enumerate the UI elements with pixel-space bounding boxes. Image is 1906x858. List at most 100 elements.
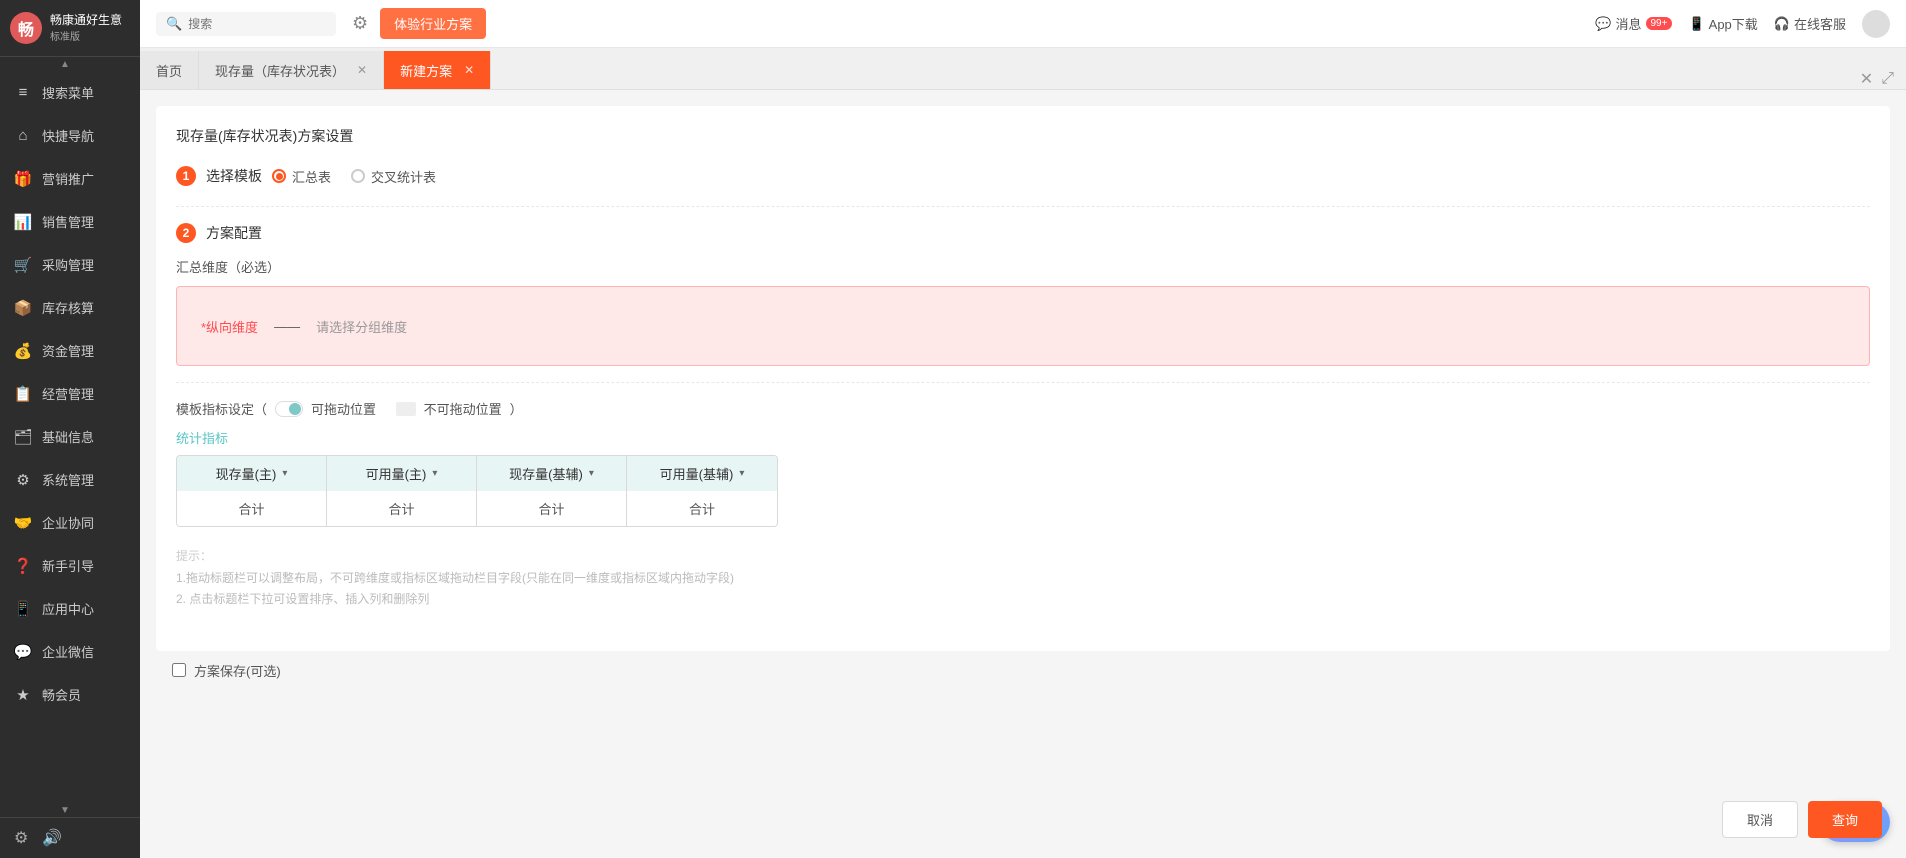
stats-section-label: 统计指标 bbox=[176, 428, 1870, 447]
system-icon: ⚙ bbox=[14, 471, 32, 489]
quick-nav-icon: ⌂ bbox=[14, 127, 32, 145]
sidebar-item-label: 应用中心 bbox=[42, 599, 94, 618]
radio-summary-circle bbox=[272, 169, 286, 183]
stats-header-row: 现存量(主) ▾ 可用量(主) ▾ 现存量(基辅) ▾ bbox=[177, 456, 777, 491]
sidebar-item-inventory[interactable]: 📦 库存核算 bbox=[0, 286, 140, 329]
tips-section: 提示： 1.拖动标题栏可以调整布局，不可跨维度或指标区域拖动栏目字段(只能在同一… bbox=[176, 546, 1870, 611]
wechat-icon: 💬 bbox=[14, 643, 32, 661]
stats-col2-header[interactable]: 可用量(主) ▾ bbox=[327, 456, 477, 491]
draggable-badge bbox=[275, 401, 303, 417]
tab-close-window-icon[interactable]: ✕ bbox=[1860, 69, 1873, 89]
tab-home[interactable]: 首页 bbox=[140, 51, 199, 89]
content-footer: 方案保存(可选) bbox=[156, 651, 1890, 696]
vertical-dimension-placeholder: 请选择分组维度 bbox=[316, 317, 407, 336]
sidebar-item-member[interactable]: ★ 畅会员 bbox=[0, 673, 140, 716]
stats-col3-body: 合计 bbox=[477, 491, 627, 526]
marketing-icon: 🎁 bbox=[14, 170, 32, 188]
tab-inventory-status[interactable]: 现存量（库存状况表） ✕ bbox=[199, 51, 384, 89]
stats-col3-header[interactable]: 现存量(基辅) ▾ bbox=[477, 456, 627, 491]
step2-section: 2 方案配置 汇总维度（必选） *纵向维度 —— 请选择分组维度 bbox=[176, 223, 1870, 611]
sidebar-item-marketing[interactable]: 🎁 营销推广 bbox=[0, 157, 140, 200]
topbar-right: 💬 消息 99+ 📱 App下载 🎧 在线客服 bbox=[1595, 10, 1890, 38]
sidebar-item-label: 新手引导 bbox=[42, 556, 94, 575]
sidebar-item-search-menu[interactable]: ≡ 搜索菜单 bbox=[0, 71, 140, 114]
cancel-button[interactable]: 取消 bbox=[1722, 801, 1798, 838]
tab-home-label: 首页 bbox=[156, 61, 182, 80]
sidebar-item-app-center[interactable]: 📱 应用中心 bbox=[0, 587, 140, 630]
summary-dimension-section: 汇总维度（必选） *纵向维度 —— 请选择分组维度 bbox=[176, 257, 1870, 366]
search-input[interactable] bbox=[188, 17, 308, 31]
user-avatar[interactable] bbox=[1862, 10, 1890, 38]
sidebar-item-system[interactable]: ⚙ 系统管理 bbox=[0, 458, 140, 501]
sidebar-item-label: 库存核算 bbox=[42, 298, 94, 317]
messages-button[interactable]: 💬 消息 99+ bbox=[1595, 14, 1672, 33]
sales-icon: 📊 bbox=[14, 213, 32, 231]
sidebar-item-label: 经营管理 bbox=[42, 384, 94, 403]
purchase-icon: 🛒 bbox=[14, 256, 32, 274]
customer-service-button[interactable]: 🎧 在线客服 bbox=[1774, 14, 1846, 33]
stats-col4-body: 合计 bbox=[627, 491, 777, 526]
customer-service-icon: 🎧 bbox=[1774, 16, 1790, 32]
sidebar-footer: ⚙ 🔊 bbox=[0, 817, 140, 858]
radio-summary[interactable]: 汇总表 bbox=[272, 167, 331, 186]
radio-cross-circle bbox=[351, 169, 365, 183]
sidebar-item-label: 系统管理 bbox=[42, 470, 94, 489]
message-label: 消息 bbox=[1615, 14, 1641, 33]
customer-service-label: 在线客服 bbox=[1794, 14, 1846, 33]
radio-cross[interactable]: 交叉统计表 bbox=[351, 167, 436, 186]
tab-expand-icon[interactable]: ⤢ bbox=[1881, 70, 1894, 88]
non-draggable-badge bbox=[396, 402, 416, 416]
sidebar-item-finance[interactable]: 💰 资金管理 bbox=[0, 329, 140, 372]
save-plan-checkbox[interactable] bbox=[172, 663, 186, 677]
step1-num: 1 bbox=[176, 166, 196, 186]
template-radio-group: 汇总表 交叉统计表 bbox=[272, 167, 436, 186]
member-icon: ★ bbox=[14, 686, 32, 704]
non-draggable-label: 不可拖动位置 bbox=[424, 399, 502, 418]
indicator-settings-section: 模板指标设定（ 可拖动位置 不可拖动位置 ） 统计指标 现存量(主) bbox=[176, 399, 1870, 530]
indicator-settings-label: 模板指标设定（ 可拖动位置 不可拖动位置 ） bbox=[176, 399, 1870, 418]
sidebar-item-label: 营销推广 bbox=[42, 169, 94, 188]
app-version: 标准版 bbox=[50, 28, 122, 43]
radio-summary-label: 汇总表 bbox=[292, 167, 331, 186]
trial-industry-button[interactable]: 体验行业方案 bbox=[380, 8, 486, 39]
basic-info-icon: 🗂 bbox=[14, 428, 32, 446]
sidebar-item-quick-nav[interactable]: ⌂ 快捷导航 bbox=[0, 114, 140, 157]
step1-section: 1 选择模板 汇总表 交叉统计表 bbox=[176, 166, 1870, 186]
tab-inventory-label: 现存量（库存状况表） bbox=[215, 61, 345, 80]
tab-new-plan-label: 新建方案 bbox=[400, 61, 452, 80]
sound-footer-icon[interactable]: 🔊 bbox=[42, 828, 62, 848]
query-button[interactable]: 查询 bbox=[1808, 801, 1882, 838]
topbar-settings-icon[interactable]: ⚙ bbox=[352, 13, 368, 34]
scroll-down-arrow[interactable]: ▼ bbox=[0, 803, 130, 817]
sidebar-item-operations[interactable]: 📋 经营管理 bbox=[0, 372, 140, 415]
tab-new-plan-close-icon[interactable]: ✕ bbox=[464, 63, 474, 77]
settings-panel: 现存量(库存状况表)方案设置 1 选择模板 汇总表 交叉统计表 bbox=[156, 106, 1890, 651]
tab-new-plan[interactable]: 新建方案 ✕ bbox=[384, 51, 491, 89]
sidebar-item-label: 畅会员 bbox=[42, 685, 81, 704]
sidebar-item-newbie[interactable]: ❓ 新手引导 bbox=[0, 544, 140, 587]
newbie-icon: ❓ bbox=[14, 557, 32, 575]
settings-footer-icon[interactable]: ⚙ bbox=[14, 828, 28, 848]
stats-col1-header[interactable]: 现存量(主) ▾ bbox=[177, 456, 327, 491]
scroll-up-arrow[interactable]: ▲ bbox=[0, 57, 130, 71]
stats-body-row: 合计 合计 合计 合计 bbox=[177, 491, 777, 526]
dimension-area[interactable]: *纵向维度 —— 请选择分组维度 bbox=[176, 286, 1870, 366]
app-center-icon: 📱 bbox=[14, 600, 32, 618]
sidebar-item-enterprise[interactable]: 🤝 企业协同 bbox=[0, 501, 140, 544]
sidebar-item-purchase[interactable]: 🛒 采购管理 bbox=[0, 243, 140, 286]
stats-col4-header[interactable]: 可用量(基辅) ▾ bbox=[627, 456, 777, 491]
search-box[interactable]: 🔍 bbox=[156, 12, 336, 36]
step1-header: 1 选择模板 汇总表 交叉统计表 bbox=[176, 166, 1870, 186]
sidebar-item-basic-info[interactable]: 🗂 基础信息 bbox=[0, 415, 140, 458]
sidebar-item-sales[interactable]: 📊 销售管理 bbox=[0, 200, 140, 243]
app-name: 畅康通好生意 bbox=[50, 13, 122, 29]
sidebar-item-label: 快捷导航 bbox=[42, 126, 94, 145]
app-download-button[interactable]: 📱 App下载 bbox=[1688, 14, 1757, 33]
tab-inventory-close-icon[interactable]: ✕ bbox=[357, 63, 367, 77]
finance-icon: 💰 bbox=[14, 342, 32, 360]
main-area: 🔍 ⚙ 体验行业方案 💬 消息 99+ 📱 App下载 🎧 在线客服 首页 bbox=[140, 0, 1906, 858]
content-area: 现存量(库存状况表)方案设置 1 选择模板 汇总表 交叉统计表 bbox=[140, 90, 1906, 858]
step1-label: 选择模板 bbox=[206, 166, 262, 186]
sidebar-item-wechat[interactable]: 💬 企业微信 bbox=[0, 630, 140, 673]
app-logo: 畅 bbox=[10, 12, 42, 44]
